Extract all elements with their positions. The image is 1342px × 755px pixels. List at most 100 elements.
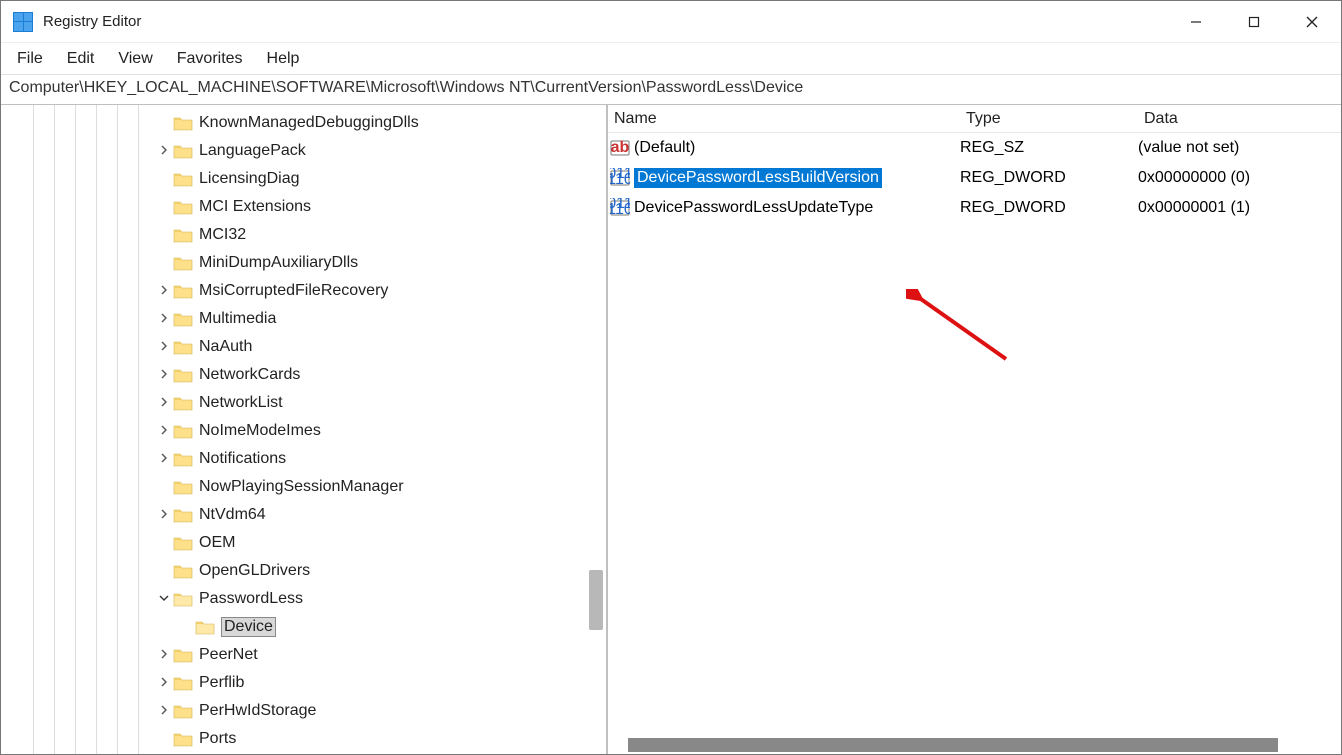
tree-item-label: MCI32	[199, 226, 246, 244]
tree-item-label: Multimedia	[199, 310, 276, 328]
header-data[interactable]: Data	[1138, 110, 1341, 128]
folder-icon	[173, 227, 193, 243]
values-header[interactable]: Name Type Data	[608, 105, 1341, 133]
chevron-right-icon[interactable]	[155, 704, 173, 718]
menu-bar: File Edit View Favorites Help	[1, 43, 1341, 75]
folder-icon	[173, 367, 193, 383]
folder-icon	[173, 591, 193, 607]
value-row[interactable]: 011110DevicePasswordLessBuildVersionREG_…	[608, 163, 1341, 193]
chevron-down-icon[interactable]	[155, 592, 173, 606]
svg-text:110: 110	[610, 201, 630, 218]
value-row[interactable]: ab(Default)REG_SZ(value not set)	[608, 133, 1341, 163]
tree-item[interactable]: Perflib	[1, 669, 606, 697]
close-button[interactable]	[1283, 1, 1341, 43]
header-name[interactable]: Name	[608, 110, 960, 128]
chevron-right-icon[interactable]	[155, 312, 173, 326]
tree-item[interactable]: Device	[1, 613, 606, 641]
tree-item[interactable]: MiniDumpAuxiliaryDlls	[1, 249, 606, 277]
chevron-right-icon[interactable]	[155, 508, 173, 522]
tree-item[interactable]: OpenGLDrivers	[1, 557, 606, 585]
chevron-right-icon[interactable]	[155, 424, 173, 438]
tree-item[interactable]: Multimedia	[1, 305, 606, 333]
chevron-right-icon[interactable]	[155, 144, 173, 158]
tree-item[interactable]: MCI Extensions	[1, 193, 606, 221]
chevron-right-icon[interactable]	[155, 648, 173, 662]
tree-item[interactable]: NoImeModeImes	[1, 417, 606, 445]
tree-panel[interactable]: KnownManagedDebuggingDlls LanguagePack Li…	[1, 105, 608, 754]
chevron-right-icon[interactable]	[155, 340, 173, 354]
values-panel[interactable]: Name Type Data ab(Default)REG_SZ(value n…	[608, 105, 1341, 754]
tree-item-label: OEM	[199, 534, 235, 552]
menu-file[interactable]: File	[5, 46, 55, 72]
tree-item[interactable]: NaAuth	[1, 333, 606, 361]
tree-item-label: Ports	[199, 730, 236, 748]
tree-item-label: OpenGLDrivers	[199, 562, 310, 580]
tree-item[interactable]: MCI32	[1, 221, 606, 249]
menu-view[interactable]: View	[106, 46, 164, 72]
value-type: REG_DWORD	[960, 199, 1138, 217]
maximize-button[interactable]	[1225, 1, 1283, 43]
header-type[interactable]: Type	[960, 110, 1138, 128]
tree-item-label: NtVdm64	[199, 506, 266, 524]
minimize-button[interactable]	[1167, 1, 1225, 43]
chevron-right-icon[interactable]	[155, 284, 173, 298]
address-bar[interactable]: Computer\HKEY_LOCAL_MACHINE\SOFTWARE\Mic…	[1, 75, 1341, 105]
dword-value-icon: 011110	[610, 198, 630, 218]
folder-icon	[173, 311, 193, 327]
folder-icon	[173, 647, 193, 663]
window-title: Registry Editor	[43, 13, 141, 30]
values-hscrollbar[interactable]	[608, 736, 1341, 754]
tree-item[interactable]: KnownManagedDebuggingDlls	[1, 109, 606, 137]
folder-icon	[173, 675, 193, 691]
tree-item[interactable]: NetworkCards	[1, 361, 606, 389]
tree-item-label: Perflib	[199, 674, 244, 692]
folder-icon	[173, 283, 193, 299]
title-bar: Registry Editor	[1, 1, 1341, 43]
tree-scrollbar-thumb[interactable]	[589, 570, 603, 630]
tree-item[interactable]: NetworkList	[1, 389, 606, 417]
chevron-right-icon[interactable]	[155, 676, 173, 690]
tree-item-label: PerHwIdStorage	[199, 702, 316, 720]
folder-icon	[195, 619, 215, 635]
tree-item-label: PasswordLess	[199, 590, 303, 608]
tree-item[interactable]: NtVdm64	[1, 501, 606, 529]
folder-icon	[173, 339, 193, 355]
tree-item-label: MiniDumpAuxiliaryDlls	[199, 254, 358, 272]
tree-item[interactable]: NowPlayingSessionManager	[1, 473, 606, 501]
menu-favorites[interactable]: Favorites	[165, 46, 255, 72]
tree-item[interactable]: LanguagePack	[1, 137, 606, 165]
tree-item[interactable]: MsiCorruptedFileRecovery	[1, 277, 606, 305]
folder-icon	[173, 731, 193, 747]
chevron-right-icon[interactable]	[155, 396, 173, 410]
tree-item-label: KnownManagedDebuggingDlls	[199, 114, 419, 132]
tree-item[interactable]: OEM	[1, 529, 606, 557]
tree-item[interactable]: Ports	[1, 725, 606, 753]
tree-item[interactable]: LicensingDiag	[1, 165, 606, 193]
tree-item[interactable]: PasswordLess	[1, 585, 606, 613]
folder-icon	[173, 143, 193, 159]
content-area: KnownManagedDebuggingDlls LanguagePack Li…	[1, 105, 1341, 754]
value-row[interactable]: 011110DevicePasswordLessUpdateTypeREG_DW…	[608, 193, 1341, 223]
value-type: REG_DWORD	[960, 169, 1138, 187]
folder-icon	[173, 703, 193, 719]
chevron-right-icon[interactable]	[155, 368, 173, 382]
folder-icon	[173, 199, 193, 215]
tree-item-label: LanguagePack	[199, 142, 306, 160]
tree-item[interactable]: Notifications	[1, 445, 606, 473]
tree-item-label: NoImeModeImes	[199, 422, 321, 440]
folder-icon	[173, 423, 193, 439]
chevron-right-icon[interactable]	[155, 452, 173, 466]
folder-icon	[173, 451, 193, 467]
folder-icon	[173, 479, 193, 495]
value-name: DevicePasswordLessBuildVersion	[634, 168, 882, 188]
svg-text:110: 110	[610, 171, 630, 188]
tree-item-label: NaAuth	[199, 338, 252, 356]
menu-help[interactable]: Help	[255, 46, 312, 72]
folder-icon	[173, 507, 193, 523]
menu-edit[interactable]: Edit	[55, 46, 107, 72]
tree-item[interactable]: PerHwIdStorage	[1, 697, 606, 725]
tree-item-label: NowPlayingSessionManager	[199, 478, 404, 496]
tree-item[interactable]: PeerNet	[1, 641, 606, 669]
tree-item-label: NetworkList	[199, 394, 283, 412]
regedit-icon	[13, 12, 33, 32]
